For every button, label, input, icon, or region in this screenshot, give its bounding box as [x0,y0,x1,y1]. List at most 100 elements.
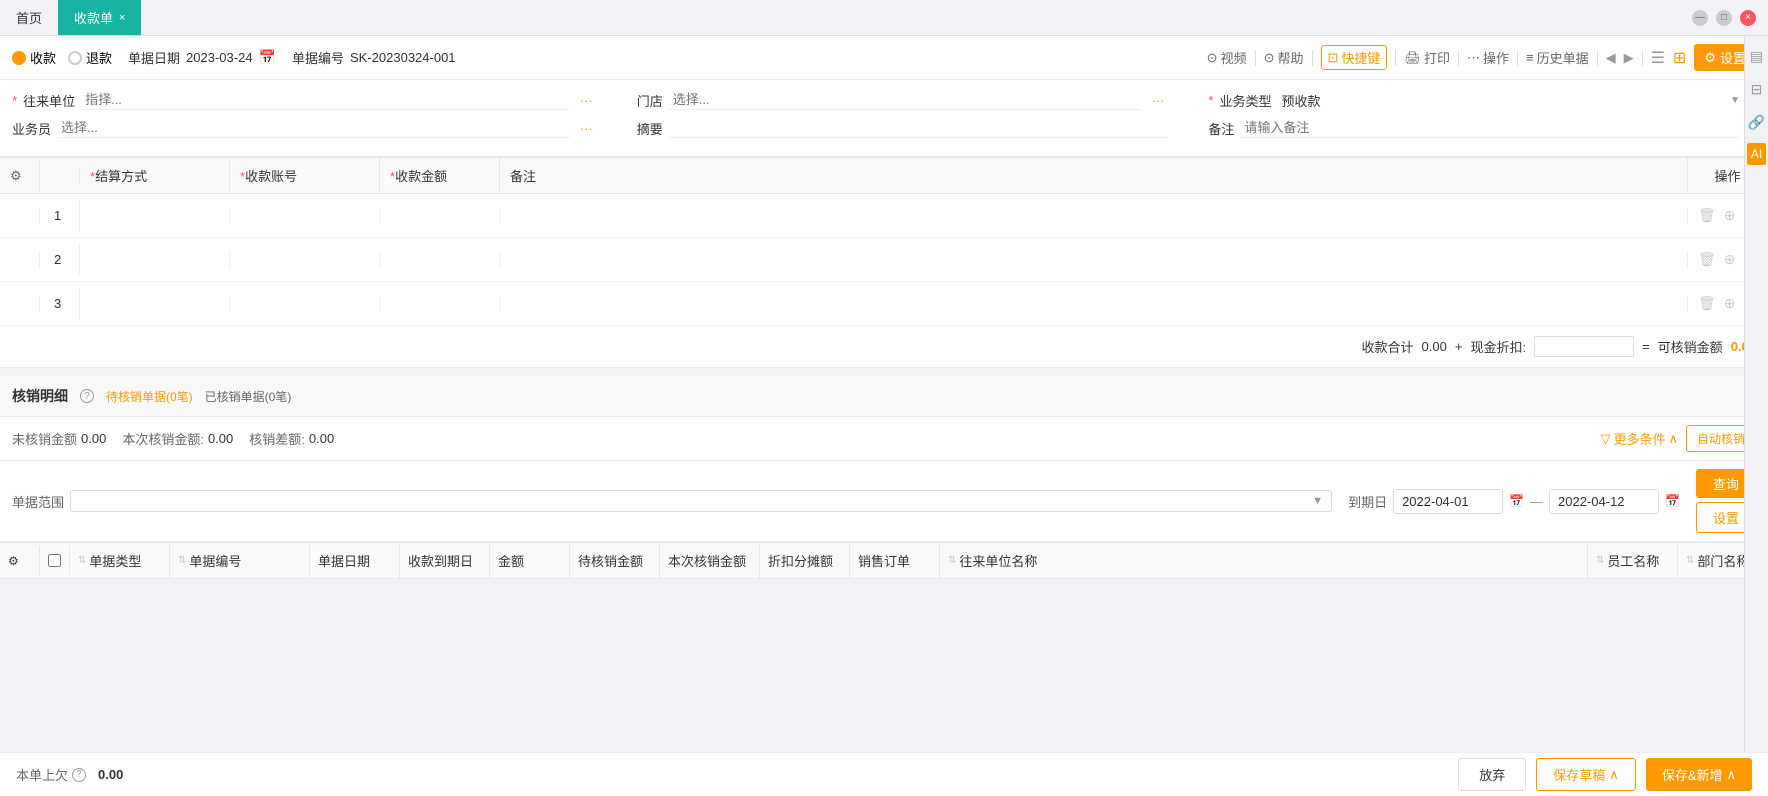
grid-icon[interactable]: ⊞ [1673,48,1686,68]
operation-button[interactable]: ⋯ 操作 [1467,48,1509,67]
right-sidebar: ▤ ⊟ 🔗 AI [1744,36,1768,796]
row-2-amt[interactable] [380,252,500,268]
save-new-label: 保存&新增 [1662,765,1723,784]
info-icon[interactable]: ? [80,389,94,403]
diff-stat: 核销差额: 0.00 [249,429,334,448]
help-icon: ⊙ [1264,50,1275,66]
remark-label: 备注 [1208,119,1234,138]
sort-icon: ⇅ [78,555,86,566]
radio-tuikuan[interactable]: 退款 [68,48,112,67]
history-button[interactable]: ≡ 历史单据 [1526,48,1589,67]
date-from-input[interactable] [1393,489,1503,514]
data-col-gear[interactable]: ⚙ [0,546,40,576]
video-button[interactable]: ⊙ 视频 [1207,48,1247,67]
date-from-calendar-icon[interactable]: 📅 [1509,494,1524,508]
row-3-amt[interactable] [380,296,500,312]
partner-field: * 往来单位 ··· [12,90,597,110]
row-1-delete-icon[interactable]: 🗑 [1698,207,1716,224]
partner-input[interactable] [81,90,570,110]
staff-more-icon[interactable]: ··· [576,121,597,136]
sidebar-icon-2[interactable]: ⊟ [1747,77,1767,102]
done-tab[interactable]: 已核销单据(0笔) [205,388,292,405]
filter-row: 单据范围 ▼ 到期日 📅 — 📅 查询 设置 [0,461,1768,542]
this-bill-info-icon[interactable]: ? [72,768,86,782]
shortcut-button[interactable]: ⊡ 快捷键 [1321,45,1388,70]
calendar-icon[interactable]: 📅 [259,49,276,66]
tab-close-icon[interactable]: × [119,12,125,24]
unverified-stat: 未核销金额 0.00 [12,429,106,448]
tab-active-label: 收款单 [74,8,113,27]
more-conditions-button[interactable]: ▽ 更多条件 ∧ [1600,429,1678,448]
partner-more-icon[interactable]: ··· [576,93,597,108]
sidebar-icon-1[interactable]: ▤ [1746,44,1767,69]
select-all-checkbox[interactable] [48,554,61,567]
discount-input[interactable] [1534,336,1634,357]
store-field: 门店 ··· [637,90,1169,110]
staff-input[interactable] [57,118,570,138]
store-more-icon[interactable]: ··· [1147,93,1168,108]
row-2-copy-icon[interactable]: ⊕ [1724,251,1736,268]
bill-date-value[interactable]: 2023-03-24 [186,50,253,65]
row-1-copy-icon[interactable]: ⊕ [1724,207,1736,224]
radio-dot-active [12,51,26,65]
row-1-amt[interactable] [380,208,500,224]
filter-icon: ▽ [1600,431,1610,447]
window-controls: — □ × [1692,10,1768,26]
close-button[interactable]: × [1740,10,1756,26]
shortcut-label: 快捷键 [1341,48,1380,67]
minimize-button[interactable]: — [1692,10,1708,26]
divider-4 [1458,50,1459,66]
data-col-discount: 折扣分摊额 [760,543,850,578]
remark-field: 备注 [1208,118,1740,138]
table-gear-icon[interactable]: ⚙ [0,160,40,192]
data-col-sales-order: 销售订单 [850,543,940,578]
store-input[interactable] [669,90,1142,110]
divider-1 [1255,50,1256,66]
summary-input[interactable] [669,118,1169,138]
row-1-pay[interactable] [80,208,230,224]
sidebar-icon-3[interactable]: 🔗 [1744,110,1768,135]
tab-home[interactable]: 首页 [0,0,58,35]
chevron-up-icon: ∧ [1668,431,1678,447]
row-2-acc[interactable] [230,252,380,268]
abandon-button[interactable]: 放弃 [1458,758,1526,791]
remark-input[interactable] [1240,118,1740,138]
row-1-note[interactable] [500,208,1688,224]
data-col-check[interactable] [40,546,70,575]
divider-3 [1395,50,1396,66]
data-col-due-date: 收款到期日 [400,543,490,578]
row-2-note[interactable] [500,252,1688,268]
nav-next-icon[interactable]: ▶ [1624,50,1634,66]
table-header: ⚙ *结算方式 *收款账号 *收款金额 备注 操作 [0,157,1768,194]
required-star-2: * [1208,93,1213,108]
row-2-gear [0,252,40,268]
tab-active[interactable]: 收款单 × [58,0,141,35]
print-button[interactable]: 🖨 打印 [1404,48,1450,67]
biz-type-arrow[interactable]: ▼ [1730,95,1740,106]
row-3-delete-icon[interactable]: 🗑 [1698,295,1716,312]
bill-no-value[interactable]: SK-20230324-001 [350,50,456,65]
nav-prev-icon[interactable]: ◀ [1606,50,1616,66]
date-to-input[interactable] [1549,489,1659,514]
list-icon[interactable]: ☰ [1651,48,1665,68]
radio-shoukuan-label: 收款 [30,48,56,67]
row-2-delete-icon[interactable]: 🗑 [1698,251,1716,268]
row-3-note[interactable] [500,296,1688,312]
row-2-pay[interactable] [80,252,230,268]
sidebar-ai-icon[interactable]: AI [1747,143,1766,165]
row-3-acc[interactable] [230,296,380,312]
save-draft-button[interactable]: 保存草稿 ∧ [1536,758,1636,791]
form-row-1: * 往来单位 ··· 门店 ··· * 业务类型 预收款 ▼ [12,90,1756,110]
maximize-button[interactable]: □ [1716,10,1732,26]
save-new-button[interactable]: 保存&新增 ∧ [1646,758,1752,791]
row-3-pay[interactable] [80,296,230,312]
row-3-copy-icon[interactable]: ⊕ [1724,295,1736,312]
stats-row: 未核销金额 0.00 本次核销金额: 0.00 核销差额: 0.00 ▽ 更多条… [0,417,1768,461]
pending-tab[interactable]: 待核销单据(0笔) [106,388,193,405]
help-button[interactable]: ⊙ 帮助 [1264,48,1304,67]
radio-shoukuan[interactable]: 收款 [12,48,56,67]
bill-range-select-wrap[interactable]: ▼ [70,490,1332,512]
this-value: 0.00 [208,431,233,446]
row-1-acc[interactable] [230,208,380,224]
date-to-calendar-icon[interactable]: 📅 [1665,494,1680,508]
